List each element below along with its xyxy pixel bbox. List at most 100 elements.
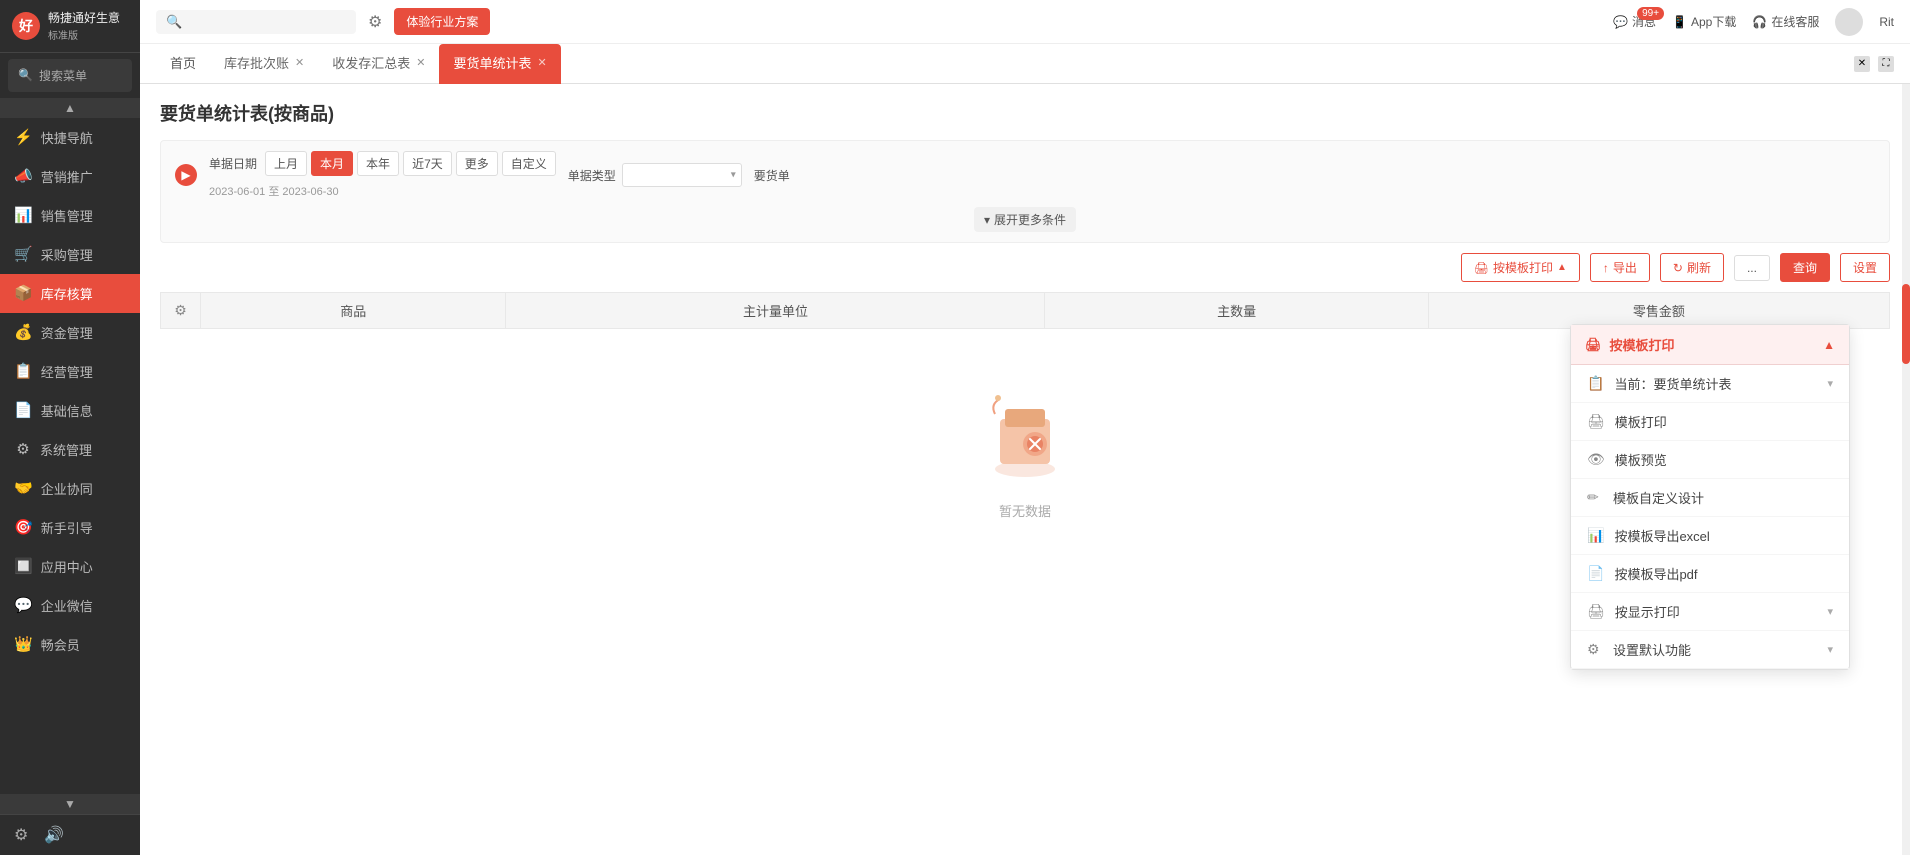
nav-label: 企业微信	[41, 596, 93, 615]
sidebar-item-system[interactable]: ⚙ 系统管理	[0, 430, 140, 469]
tab-inventory-batch-close[interactable]: ✕	[295, 56, 304, 69]
search-label: 搜索菜单	[39, 67, 87, 84]
order-type-filter: 单据类型	[568, 163, 742, 187]
settings-btn[interactable]: 设置	[1840, 253, 1890, 282]
sidebar-item-inventory[interactable]: 📦 库存核算	[0, 274, 140, 313]
nav-label: 采购管理	[41, 245, 93, 264]
settings-bottom-icon[interactable]: ⚙	[14, 825, 28, 845]
sidebar: 好 畅捷通好生意 标准版 🔍 搜索菜单 ▲ ⚡ 快捷导航 📣 营销推广 📊 销售…	[0, 0, 140, 855]
member-icon: 👑	[14, 635, 33, 653]
tab-home-label: 首页	[170, 53, 196, 72]
win-close-btn[interactable]: ✕	[1854, 56, 1870, 72]
sidebar-item-operations[interactable]: 📋 经营管理	[0, 352, 140, 391]
scroll-up-arrow[interactable]: ▲	[0, 98, 140, 118]
date-btn-this-month[interactable]: 本月	[311, 151, 353, 176]
template-preview-label: 模板预览	[1615, 450, 1667, 469]
tab-order-stats-close[interactable]: ✕	[538, 56, 547, 69]
sidebar-logo: 好 畅捷通好生意 标准版	[0, 0, 140, 53]
sidebar-item-wechat[interactable]: 💬 企业微信	[0, 586, 140, 625]
set-default-label: 设置默认功能	[1613, 640, 1691, 659]
nav-label: 资金管理	[41, 323, 93, 342]
messages-btn[interactable]: 💬 消息 99+	[1613, 13, 1656, 30]
col-unit: 主计量单位	[506, 293, 1045, 329]
template-design-item[interactable]: ✏ 模板自定义设计	[1571, 479, 1849, 517]
date-btn-custom[interactable]: 自定义	[502, 151, 556, 176]
right-scrollbar[interactable]	[1902, 84, 1910, 855]
current-template-item[interactable]: 📋 当前：要货单统计表 ▾	[1571, 365, 1849, 403]
app-download-btn[interactable]: 📱 App下载	[1672, 13, 1736, 30]
sidebar-item-collab[interactable]: 🤝 企业协同	[0, 469, 140, 508]
appstore-icon: 🔲	[14, 557, 33, 575]
service-icon: 🎧	[1752, 15, 1767, 29]
template-preview-item[interactable]: 👁 模板预览	[1571, 441, 1849, 479]
sidebar-item-finance[interactable]: 💰 资金管理	[0, 313, 140, 352]
col-settings[interactable]: ⚙	[161, 293, 201, 329]
template-print-item[interactable]: 🖨 模板打印	[1571, 403, 1849, 441]
nav-label: 应用中心	[41, 557, 93, 576]
expand-more-btn[interactable]: ▾ 展开更多条件	[974, 207, 1076, 232]
tab-inventory-batch[interactable]: 库存批次账 ✕	[210, 44, 318, 84]
sidebar-search[interactable]: 🔍 搜索菜单	[8, 59, 132, 92]
refresh-btn[interactable]: ↻ 刷新	[1660, 253, 1724, 282]
export-icon: ↑	[1603, 261, 1609, 275]
filter-row: ▶ 单据日期 上月 本月 本年 近7天 更多 自定义	[175, 151, 1875, 199]
template-design-icon: ✏	[1587, 489, 1603, 506]
empty-state-text: 暂无数据	[999, 501, 1051, 520]
online-service-btn[interactable]: 🎧 在线客服	[1752, 13, 1819, 30]
set-default-left: ⚙ 设置默认功能	[1587, 640, 1691, 659]
page-title: 要货单统计表(按商品)	[160, 100, 1890, 126]
current-template-icon: 📋	[1587, 375, 1604, 392]
expand-btn-label: 展开更多条件	[994, 211, 1066, 228]
template-pdf-item[interactable]: 📄 按模板导出pdf	[1571, 555, 1849, 593]
print-dropdown: 🖨 按模板打印 ▲ 📋 当前：要货单统计表 ▾ 🖨 模板打印 👁 模板预览	[1570, 324, 1850, 670]
topbar-gear-icon[interactable]: ⚙	[368, 12, 382, 32]
date-btn-7days[interactable]: 近7天	[403, 151, 452, 176]
filter-expand-arrow[interactable]: ▶	[175, 164, 197, 186]
order-type-select-wrapper	[622, 163, 742, 187]
topbar-search-icon: 🔍	[166, 14, 182, 30]
tab-receipt-summary-label: 收发存汇总表	[332, 53, 410, 72]
tab-receipt-summary[interactable]: 收发存汇总表 ✕	[318, 44, 439, 84]
refresh-icon: ↻	[1673, 261, 1683, 275]
template-excel-item[interactable]: 📊 按模板导出excel	[1571, 517, 1849, 555]
win-expand-btn[interactable]: ⛶	[1878, 56, 1894, 72]
sidebar-item-quick-nav[interactable]: ⚡ 快捷导航	[0, 118, 140, 157]
tab-order-stats-label: 要货单统计表	[453, 53, 531, 72]
print-template-btn[interactable]: 🖨 按模板打印 ▲	[1461, 253, 1580, 282]
sidebar-item-basic[interactable]: 📄 基础信息	[0, 391, 140, 430]
template-excel-label: 按模板导出excel	[1614, 526, 1709, 545]
date-btn-this-year[interactable]: 本年	[357, 151, 399, 176]
scroll-down-arrow[interactable]: ▼	[0, 794, 140, 814]
display-print-arrow: ▾	[1827, 605, 1833, 618]
sidebar-item-member[interactable]: 👑 畅会员	[0, 625, 140, 664]
export-btn[interactable]: ↑ 导出	[1590, 253, 1650, 282]
action-bar: 🖨 按模板打印 ▲ ↑ 导出 ↻ 刷新 ... 查询	[160, 253, 1890, 282]
date-buttons: 上月 本月 本年 近7天 更多 自定义	[265, 151, 556, 176]
date-btn-more[interactable]: 更多	[456, 151, 498, 176]
display-print-item[interactable]: 🖨 按显示打印 ▾	[1571, 593, 1849, 631]
finance-icon: 💰	[14, 323, 33, 341]
query-btn[interactable]: 查询	[1780, 253, 1830, 282]
date-btn-last-month[interactable]: 上月	[265, 151, 307, 176]
sidebar-item-appstore[interactable]: 🔲 应用中心	[0, 547, 140, 586]
sidebar-item-guide[interactable]: 🎯 新手引导	[0, 508, 140, 547]
sidebar-item-marketing[interactable]: 📣 营销推广	[0, 157, 140, 196]
tab-receipt-summary-close[interactable]: ✕	[416, 56, 425, 69]
set-default-item[interactable]: ⚙ 设置默认功能 ▾	[1571, 631, 1849, 669]
tab-order-stats[interactable]: 要货单统计表 ✕	[439, 44, 560, 84]
print-dropdown-header[interactable]: 🖨 按模板打印 ▲	[1571, 325, 1849, 365]
display-print-label: 按显示打印	[1615, 602, 1680, 621]
sidebar-item-sales[interactable]: 📊 销售管理	[0, 196, 140, 235]
sound-icon[interactable]: 🔊	[44, 825, 64, 845]
more-btn[interactable]: ...	[1734, 255, 1770, 281]
topbar-search-input[interactable]	[188, 15, 346, 29]
refresh-btn-label: 刷新	[1687, 259, 1711, 276]
avatar[interactable]	[1835, 8, 1863, 36]
table-settings-icon[interactable]: ⚙	[174, 302, 187, 318]
sidebar-item-purchase[interactable]: 🛒 采购管理	[0, 235, 140, 274]
order-type-select[interactable]	[622, 163, 742, 187]
trial-btn[interactable]: 体验行业方案	[394, 8, 490, 35]
more-btn-label: ...	[1747, 261, 1757, 275]
tab-home[interactable]: 首页	[156, 44, 210, 84]
purchase-icon: 🛒	[14, 245, 33, 263]
